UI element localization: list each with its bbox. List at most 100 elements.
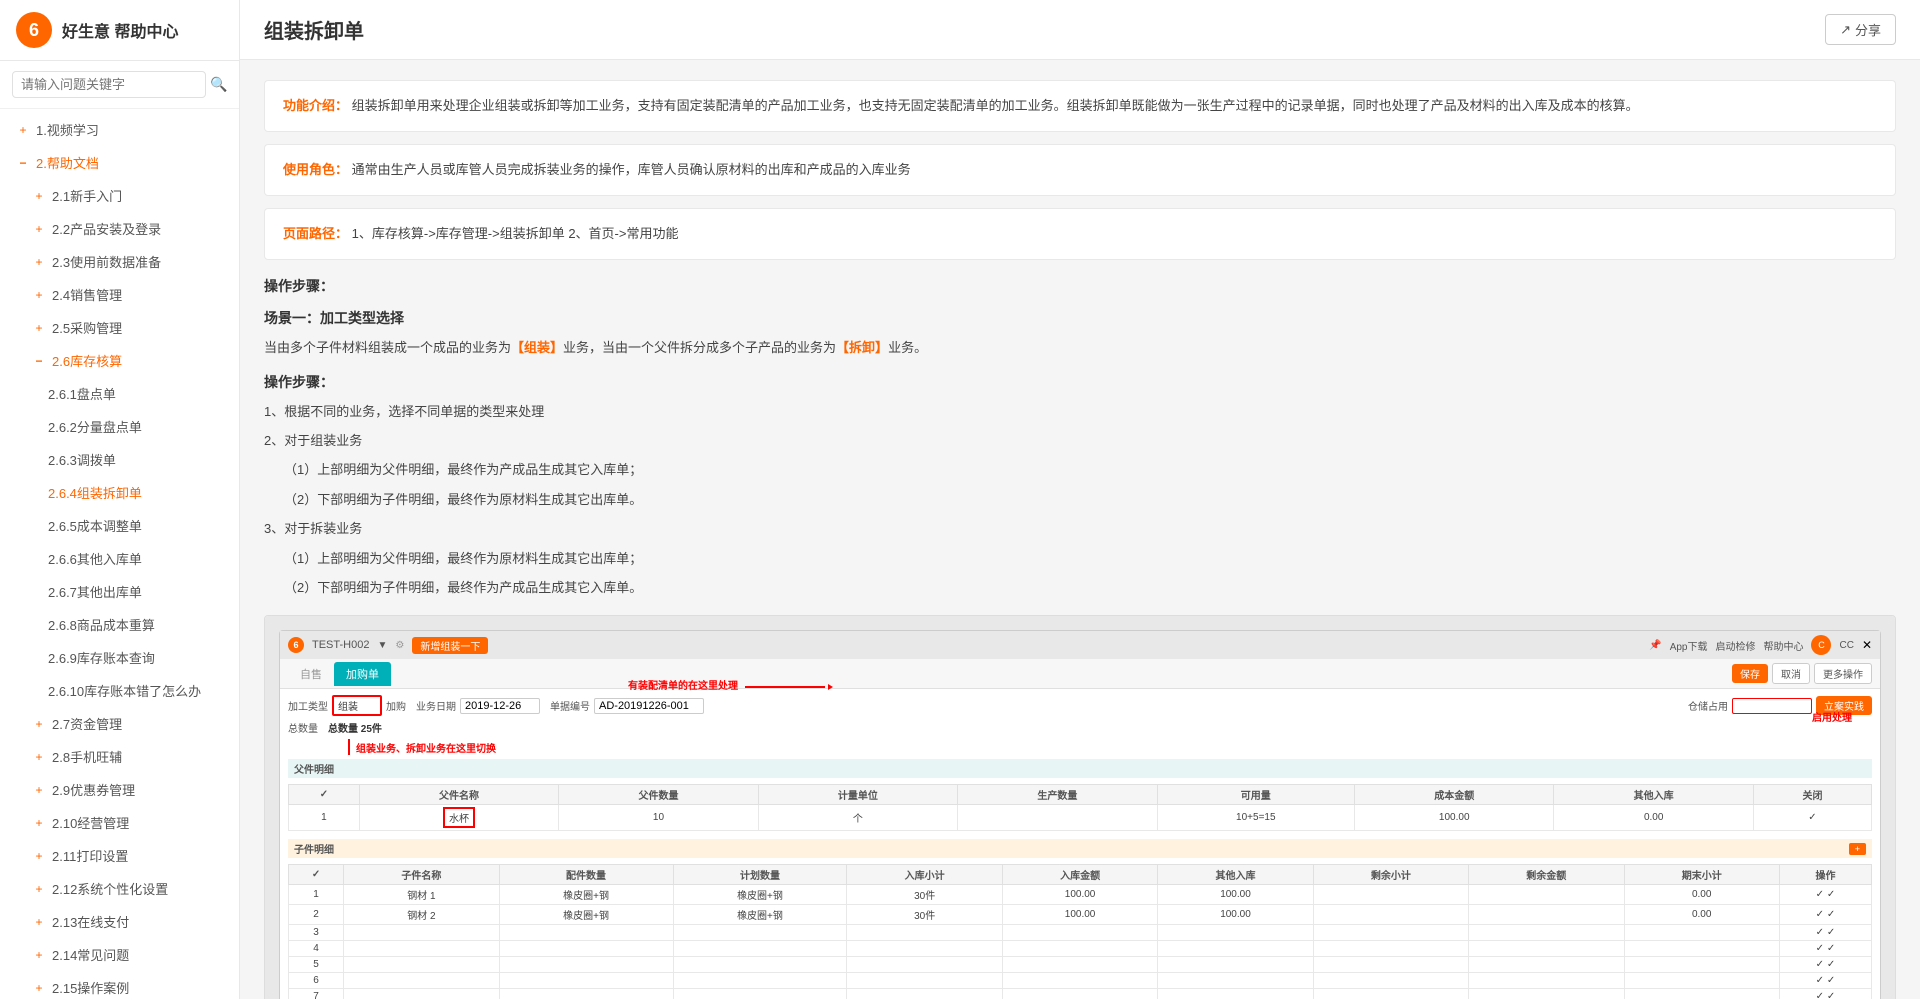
share-icon: ↗ bbox=[1840, 22, 1851, 38]
col-end-sub: 期末小计 bbox=[1624, 865, 1779, 885]
sidebar-item-faq[interactable]: + 2.14常见问题 bbox=[0, 938, 239, 971]
add-child-btn[interactable]: + bbox=[1849, 843, 1866, 855]
nav-section: + 1.视频学习 − 2.帮助文档 + 2.1新手入门 + 2.2产品安装及登录… bbox=[0, 109, 239, 999]
col-check: ✓ bbox=[289, 785, 360, 805]
sidebar-item-mobile[interactable]: + 2.8手机旺辅 bbox=[0, 740, 239, 773]
role-block: 使用角色： 通常由生产人员或库管人员完成拆装业务的操作，库管人员确认原材料的出库… bbox=[264, 144, 1896, 196]
screenshot-container: 6 TEST-H002 ▼ ⚙ 新增组装一下 📌 App下载 启动检修 帮助中心… bbox=[264, 615, 1896, 999]
table-row: 3✓ ✓ bbox=[289, 925, 1872, 941]
step3-1: （1）上部明细为父件明细，最终作为原材料生成其它出库单； bbox=[284, 547, 1896, 570]
table-row: 7✓ ✓ bbox=[289, 989, 1872, 999]
toolbar-right: 保存 取消 更多操作 bbox=[1732, 659, 1872, 688]
expand-icon: − bbox=[32, 354, 46, 368]
tab-bar: 自售 加购单 保存 取消 更多操作 bbox=[280, 659, 1880, 689]
intro-block: 功能介绍： 组装拆卸单用来处理企业组装或拆卸等加工业务，支持有固定装配清单的产品… bbox=[264, 80, 1896, 132]
sidebar-item-payment[interactable]: + 2.13在线支付 bbox=[0, 905, 239, 938]
sidebar-item-sales[interactable]: + 2.4销售管理 bbox=[0, 278, 239, 311]
step2: 2、对于组装业务 bbox=[264, 429, 1896, 452]
expand-icon: + bbox=[32, 981, 46, 995]
table2-header-label: 子件明细 + bbox=[288, 839, 1872, 858]
sidebar-item-data-prep[interactable]: + 2.3使用前数据准备 bbox=[0, 245, 239, 278]
step3: 3、对于拆装业务 bbox=[264, 517, 1896, 540]
expand-icon: + bbox=[32, 849, 46, 863]
sidebar-item-coupon[interactable]: + 2.9优惠券管理 bbox=[0, 773, 239, 806]
sidebar-item-cost-adjust[interactable]: 2.6.5成本调整单 bbox=[0, 509, 239, 542]
path-text: 1、库存核算->库存管理->组装拆卸单 2、首页->常用功能 bbox=[352, 226, 679, 241]
date-input[interactable] bbox=[460, 698, 540, 714]
table-row: 4✓ ✓ bbox=[289, 941, 1872, 957]
sidebar-item-docs[interactable]: − 2.帮助文档 bbox=[0, 146, 239, 179]
col-check2: ✓ bbox=[289, 865, 344, 885]
page-title: 组装拆卸单 bbox=[264, 15, 364, 44]
tab-assembly-order[interactable]: 加购单 bbox=[334, 662, 391, 686]
more-btn[interactable]: 更多操作 bbox=[1814, 663, 1872, 684]
path-block: 页面路径： 1、库存核算->库存管理->组装拆卸单 2、首页->常用功能 bbox=[264, 208, 1896, 260]
mock-screenshot: 6 TEST-H002 ▼ ⚙ 新增组装一下 📌 App下载 启动检修 帮助中心… bbox=[265, 616, 1895, 999]
col-close: 关闭 bbox=[1753, 785, 1871, 805]
share-button[interactable]: ↗ 分享 bbox=[1825, 14, 1896, 45]
annotation-enable: 启用处理 bbox=[1812, 709, 1852, 724]
table-row: 1 钢材 1 橡皮圈+钢 橡皮圈+钢 30件 100.00 100.00 bbox=[289, 885, 1872, 905]
expand-icon: + bbox=[32, 189, 46, 203]
table-row: 1 水杯 10 个 10+5=15 100.00 0.00 ✓ bbox=[289, 805, 1872, 831]
table-row: 2 钢材 2 橡皮圈+钢 橡皮圈+钢 30件 100.00 100.00 bbox=[289, 905, 1872, 925]
path-label: 页面路径： bbox=[283, 226, 348, 241]
sidebar-item-other-out[interactable]: 2.6.7其他出库单 bbox=[0, 575, 239, 608]
window-right-controls: 📌 App下载 启动检修 帮助中心 C CC ✕ bbox=[1649, 635, 1872, 655]
annotation-bom: 有装配清单的在这里处理 bbox=[628, 677, 833, 692]
sidebar-item-new-user[interactable]: + 2.1新手入门 bbox=[0, 179, 239, 212]
sidebar-item-customize[interactable]: + 2.12系统个性化设置 bbox=[0, 872, 239, 905]
col-config-qty: 配件数量 bbox=[499, 865, 673, 885]
app-title: 好生意 帮助中心 bbox=[62, 18, 178, 42]
sidebar-item-split-stocktake[interactable]: 2.6.2分量盘点单 bbox=[0, 410, 239, 443]
mock-window: 6 TEST-H002 ▼ ⚙ 新增组装一下 📌 App下载 启动检修 帮助中心… bbox=[279, 630, 1881, 999]
sidebar-item-install[interactable]: + 2.2产品安装及登录 bbox=[0, 212, 239, 245]
sidebar-item-transfer[interactable]: 2.6.3调拨单 bbox=[0, 443, 239, 476]
order-no-input[interactable] bbox=[594, 698, 704, 714]
store-input[interactable] bbox=[1732, 698, 1812, 714]
col-remain-amt: 剩余金额 bbox=[1469, 865, 1624, 885]
form-area: 加工类型 组装 加购 业务日期 单据编号 bbox=[280, 689, 1880, 999]
col-in-sub: 入库小计 bbox=[847, 865, 1002, 885]
sidebar-item-other-in[interactable]: 2.6.6其他入库单 bbox=[0, 542, 239, 575]
role-text: 通常由生产人员或库管人员完成拆装业务的操作，库管人员确认原材料的出库和产成品的入… bbox=[352, 162, 911, 177]
sidebar-item-cost-recalc[interactable]: 2.6.8商品成本重算 bbox=[0, 608, 239, 641]
sidebar-item-stock-error[interactable]: 2.6.10库存账本错了怎么办 bbox=[0, 674, 239, 707]
search-button[interactable]: 🔍 bbox=[210, 76, 227, 93]
sidebar-item-print[interactable]: + 2.11打印设置 bbox=[0, 839, 239, 872]
content-area: 功能介绍： 组装拆卸单用来处理企业组装或拆卸等加工业务，支持有固定装配清单的产品… bbox=[240, 60, 1920, 999]
col-in-amt: 入库金额 bbox=[1002, 865, 1157, 885]
sidebar-item-cases[interactable]: + 2.15操作案例 bbox=[0, 971, 239, 999]
col-parent-qty: 父件数量 bbox=[559, 785, 758, 805]
sidebar-item-purchase[interactable]: + 2.5采购管理 bbox=[0, 311, 239, 344]
col-remain-sub: 剩余小计 bbox=[1313, 865, 1468, 885]
order-type-input[interactable]: 组装 bbox=[332, 695, 382, 716]
col-parent-name: 父件名称 bbox=[359, 785, 558, 805]
expand-icon: + bbox=[32, 321, 46, 335]
tab-self-sale[interactable]: 自售 bbox=[288, 662, 334, 686]
col-unit: 计量单位 bbox=[758, 785, 957, 805]
save-btn[interactable]: 保存 bbox=[1732, 664, 1768, 683]
sidebar-item-ops[interactable]: + 2.10经营管理 bbox=[0, 806, 239, 839]
sidebar-item-video[interactable]: + 1.视频学习 bbox=[0, 113, 239, 146]
cancel-btn[interactable]: 取消 bbox=[1772, 663, 1810, 684]
sidebar-header: 6 好生意 帮助中心 bbox=[0, 0, 239, 61]
sidebar-item-assembly[interactable]: 2.6.4组装拆卸单 bbox=[0, 476, 239, 509]
window-close-btn[interactable]: ✕ bbox=[1862, 638, 1872, 652]
table1-header-label: 父件明细 bbox=[288, 759, 1872, 778]
col-other-in: 其他入库 bbox=[1554, 785, 1753, 805]
main-header: 组装拆卸单 ↗ 分享 bbox=[240, 0, 1920, 60]
sidebar-item-stocktake[interactable]: 2.6.1盘点单 bbox=[0, 377, 239, 410]
expand-icon: + bbox=[32, 288, 46, 302]
search-box: 🔍 bbox=[0, 61, 239, 109]
main-content: 组装拆卸单 ↗ 分享 功能介绍： 组装拆卸单用来处理企业组装或拆卸等加工业务，支… bbox=[240, 0, 1920, 999]
table-row: 6✓ ✓ bbox=[289, 973, 1872, 989]
step3-2: （2）下部明细为子件明细，最终作为产成品生成其它入库单。 bbox=[284, 576, 1896, 599]
sidebar-item-finance[interactable]: + 2.7资金管理 bbox=[0, 707, 239, 740]
sidebar-item-inventory[interactable]: − 2.6库存核算 bbox=[0, 344, 239, 377]
sidebar-item-stock-check[interactable]: 2.6.9库存账本查询 bbox=[0, 641, 239, 674]
new-assembly-btn[interactable]: 新增组装一下 bbox=[412, 637, 488, 654]
step2-1: （1）上部明细为父件明细，最终作为产成品生成其它入库单； bbox=[284, 458, 1896, 481]
search-input[interactable] bbox=[12, 71, 206, 98]
window-logo: 6 bbox=[288, 637, 304, 653]
